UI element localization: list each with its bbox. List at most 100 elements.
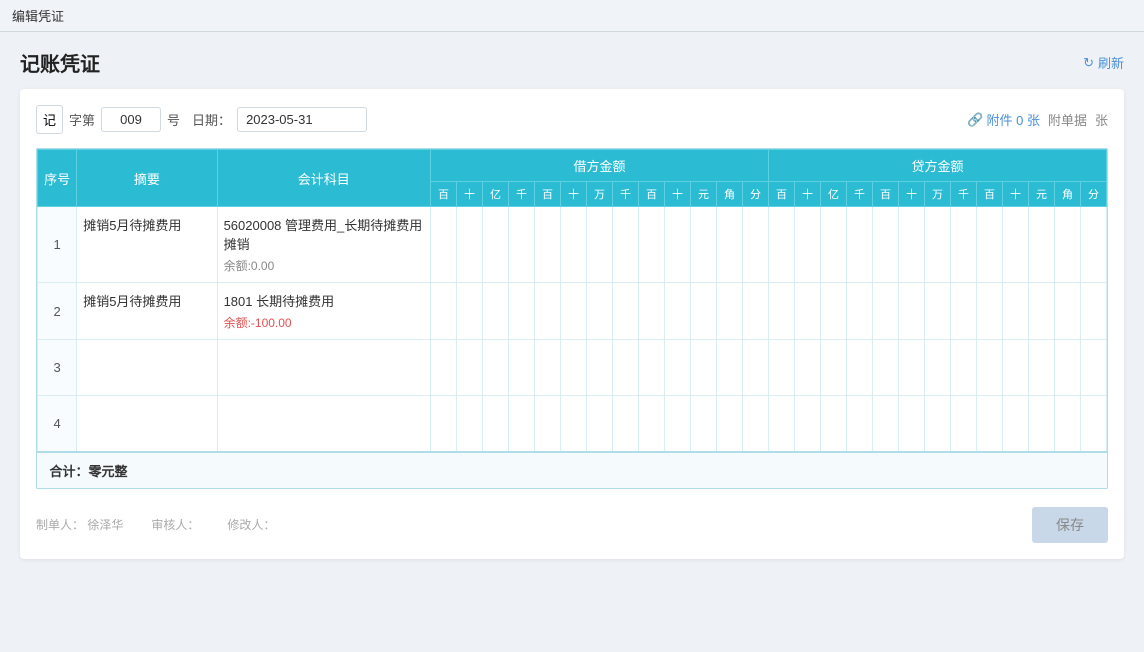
td-debit-digit[interactable] [508,207,534,283]
td-debit-digit[interactable] [534,207,560,283]
td-credit-digit[interactable] [820,340,846,396]
td-summary[interactable]: 摊销5月待摊费用 [77,283,217,340]
td-account[interactable]: 56020008 管理费用_长期待摊费用摊销余额:0.00 [217,207,430,283]
td-credit-digit[interactable] [1080,340,1106,396]
td-credit-digit[interactable] [872,283,898,340]
td-credit-digit[interactable] [1054,340,1080,396]
td-debit-digit[interactable] [690,396,716,452]
td-credit-digit[interactable] [1028,340,1054,396]
td-debit-digit[interactable] [742,207,768,283]
td-credit-digit[interactable] [872,396,898,452]
attachment-link[interactable]: 🔗 附件 0 张 [967,110,1040,129]
td-debit-digit[interactable] [612,396,638,452]
td-credit-digit[interactable] [794,283,820,340]
td-debit-digit[interactable] [534,396,560,452]
td-credit-digit[interactable] [924,340,950,396]
td-account[interactable] [217,396,430,452]
td-debit-digit[interactable] [664,207,690,283]
td-debit-digit[interactable] [560,207,586,283]
td-debit-digit[interactable] [586,396,612,452]
td-debit-digit[interactable] [482,340,508,396]
td-credit-digit[interactable] [846,283,872,340]
td-credit-digit[interactable] [1002,340,1028,396]
td-credit-digit[interactable] [950,283,976,340]
td-debit-digit[interactable] [664,340,690,396]
td-debit-digit[interactable] [482,396,508,452]
td-credit-digit[interactable] [1054,396,1080,452]
td-credit-digit[interactable] [950,396,976,452]
td-account[interactable] [217,340,430,396]
td-credit-digit[interactable] [872,340,898,396]
td-credit-digit[interactable] [950,207,976,283]
td-credit-digit[interactable] [846,207,872,283]
td-credit-digit[interactable] [872,207,898,283]
number-input[interactable] [101,107,161,132]
td-credit-digit[interactable] [898,283,924,340]
td-credit-digit[interactable] [976,396,1002,452]
td-debit-digit[interactable] [560,396,586,452]
td-debit-digit[interactable] [456,207,482,283]
td-credit-digit[interactable] [794,340,820,396]
td-debit-digit[interactable] [638,340,664,396]
td-debit-digit[interactable] [638,207,664,283]
td-debit-digit[interactable] [456,340,482,396]
td-credit-digit[interactable] [820,283,846,340]
td-credit-digit[interactable] [1002,396,1028,452]
td-debit-digit[interactable] [430,396,456,452]
td-credit-digit[interactable] [924,207,950,283]
td-credit-digit[interactable] [1080,283,1106,340]
td-credit-digit[interactable] [950,340,976,396]
td-credit-digit[interactable] [976,340,1002,396]
td-debit-digit[interactable] [690,283,716,340]
td-credit-digit[interactable] [976,207,1002,283]
td-debit-digit[interactable] [534,283,560,340]
td-debit-digit[interactable] [716,396,742,452]
td-credit-digit[interactable] [1080,396,1106,452]
td-debit-digit[interactable] [664,283,690,340]
td-credit-digit[interactable] [820,207,846,283]
td-debit-digit[interactable] [742,340,768,396]
td-debit-digit[interactable] [560,340,586,396]
td-credit-digit[interactable] [976,283,1002,340]
td-debit-digit[interactable] [586,283,612,340]
td-debit-digit[interactable] [586,207,612,283]
td-debit-digit[interactable] [456,283,482,340]
td-credit-digit[interactable] [768,283,794,340]
td-credit-digit[interactable] [924,283,950,340]
td-debit-digit[interactable] [612,340,638,396]
td-debit-digit[interactable] [430,340,456,396]
td-summary[interactable] [77,340,217,396]
td-credit-digit[interactable] [1080,207,1106,283]
td-debit-digit[interactable] [482,283,508,340]
type-select[interactable]: 记 [36,105,63,134]
td-debit-digit[interactable] [430,283,456,340]
td-credit-digit[interactable] [898,340,924,396]
td-debit-digit[interactable] [534,340,560,396]
td-debit-digit[interactable] [742,283,768,340]
td-credit-digit[interactable] [898,396,924,452]
td-credit-digit[interactable] [1054,207,1080,283]
td-debit-digit[interactable] [508,283,534,340]
td-credit-digit[interactable] [924,396,950,452]
save-button[interactable]: 保存 [1032,507,1108,543]
td-debit-digit[interactable] [716,283,742,340]
td-account[interactable]: 1801 长期待摊费用余额:-100.00 [217,283,430,340]
td-credit-digit[interactable] [846,340,872,396]
td-credit-digit[interactable] [846,396,872,452]
td-debit-digit[interactable] [560,283,586,340]
td-credit-digit[interactable] [768,207,794,283]
td-summary[interactable]: 摊销5月待摊费用 [77,207,217,283]
td-credit-digit[interactable] [1028,396,1054,452]
td-debit-digit[interactable] [716,207,742,283]
td-debit-digit[interactable] [586,340,612,396]
td-credit-digit[interactable] [1002,207,1028,283]
td-credit-digit[interactable] [1002,283,1028,340]
td-debit-digit[interactable] [482,207,508,283]
td-debit-digit[interactable] [742,396,768,452]
td-credit-digit[interactable] [820,396,846,452]
td-debit-digit[interactable] [508,396,534,452]
td-credit-digit[interactable] [1028,207,1054,283]
td-debit-digit[interactable] [690,340,716,396]
td-debit-digit[interactable] [690,207,716,283]
td-credit-digit[interactable] [1054,283,1080,340]
